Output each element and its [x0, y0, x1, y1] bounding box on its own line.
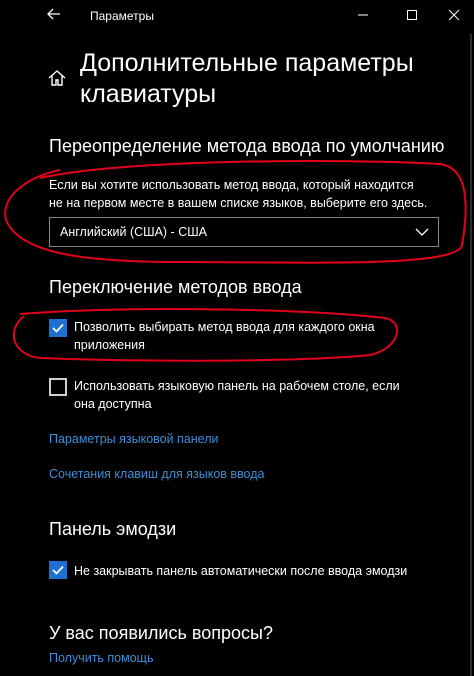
close-icon[interactable]	[444, 6, 464, 26]
language-bar-settings-link[interactable]: Параметры языковой панели	[49, 432, 219, 446]
per-app-input-label: Позволить выбирать метод ввода для каждо…	[74, 320, 375, 352]
chevron-down-icon	[414, 224, 430, 240]
input-method-dropdown[interactable]: Английский (США) - США	[49, 217, 439, 247]
minimize-icon[interactable]	[353, 6, 373, 26]
get-help-link[interactable]: Получить помощь	[49, 651, 153, 665]
language-bar-checkbox[interactable]	[49, 378, 67, 396]
title-bar: Параметры	[0, 0, 474, 32]
emoji-heading: Панель эмодзи	[49, 519, 177, 539]
scrollbar[interactable]	[470, 34, 472, 676]
checkmark-icon	[52, 565, 64, 575]
annotation-marker-top	[4, 159, 467, 264]
language-bar-label: Использовать языковую панель на рабочем …	[74, 379, 400, 411]
dropdown-value: Английский (США) - США	[60, 225, 208, 239]
checkmark-icon	[52, 323, 64, 333]
help-heading: У вас появились вопросы?	[49, 623, 273, 643]
override-heading: Переопределение метода ввода по умолчани…	[49, 136, 445, 156]
switching-heading: Переключение методов ввода	[49, 277, 302, 297]
back-arrow-icon[interactable]	[46, 6, 68, 26]
emoji-panel-checkbox[interactable]	[49, 561, 67, 579]
per-app-input-checkbox[interactable]	[49, 319, 67, 337]
window-title: Параметры	[90, 9, 154, 23]
page-title: Дополнительные параметры клавиатуры	[80, 49, 414, 108]
home-icon[interactable]	[47, 68, 69, 90]
emoji-panel-label: Не закрывать панель автоматически после …	[74, 564, 408, 578]
override-description: Если вы хотите использовать метод ввода,…	[49, 178, 428, 210]
maximize-icon[interactable]	[402, 6, 422, 26]
input-hotkeys-link[interactable]: Сочетания клавиш для языков ввода	[49, 467, 264, 481]
